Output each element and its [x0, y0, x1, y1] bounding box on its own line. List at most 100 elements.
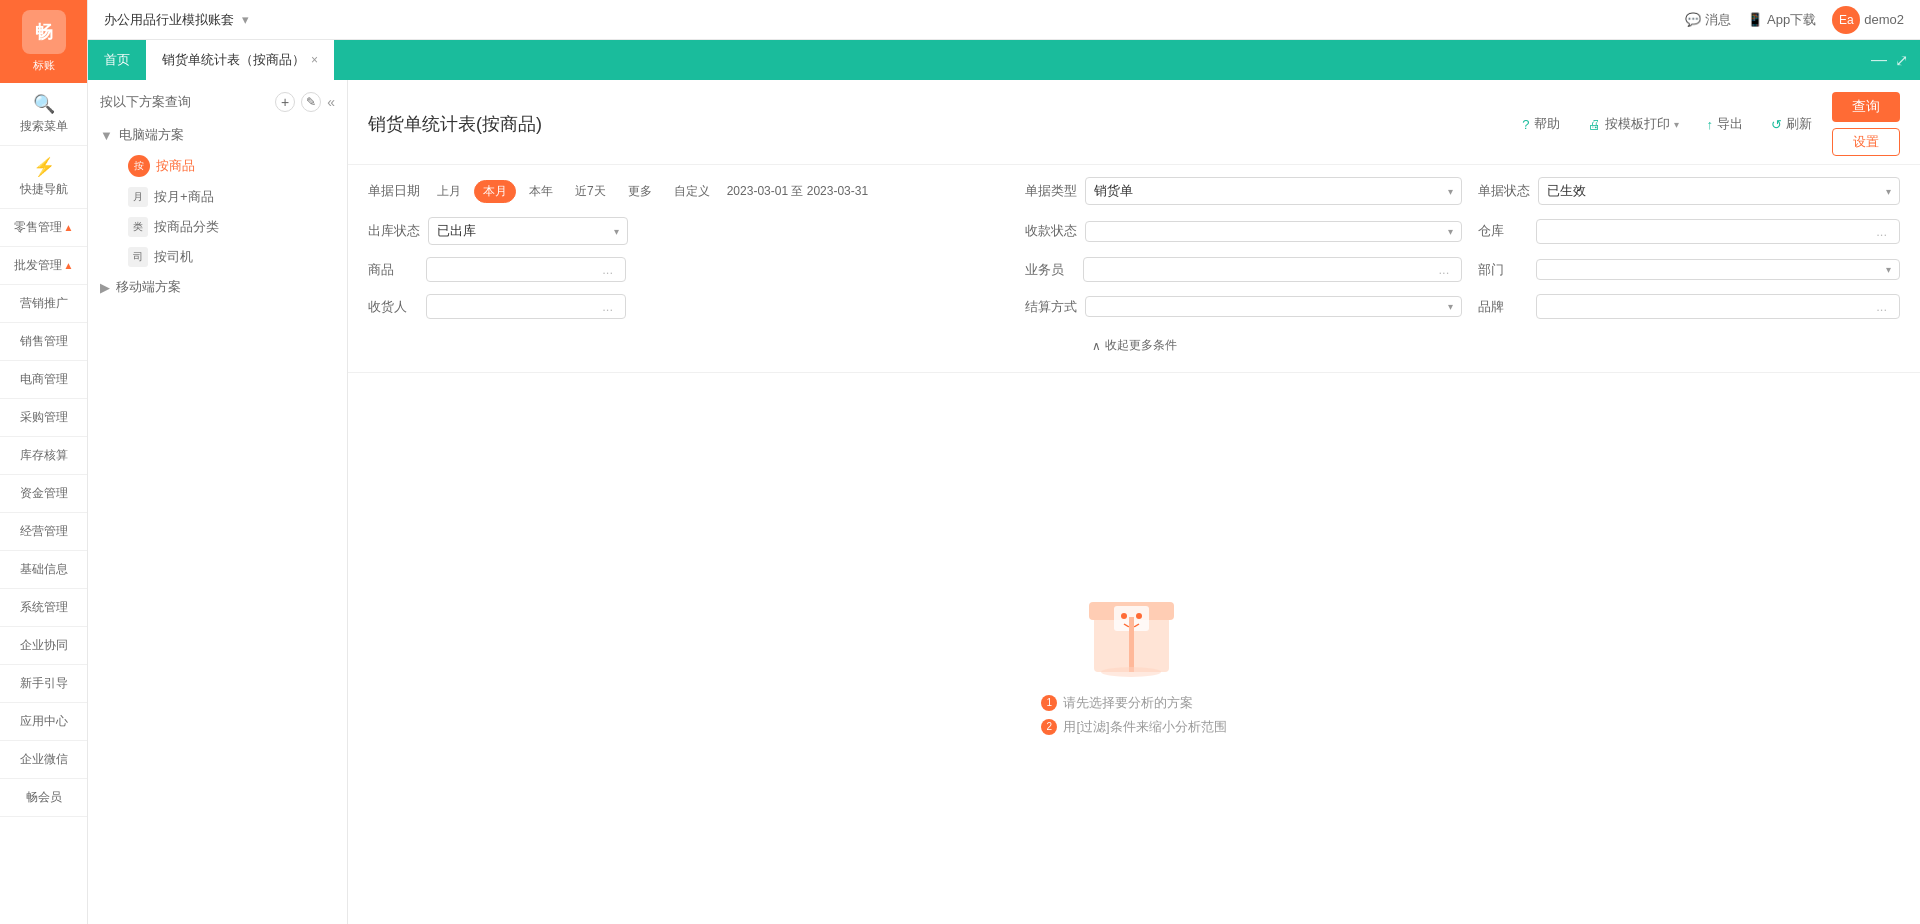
retail-arrow: ▲ [64, 222, 74, 233]
date-btn-last-month[interactable]: 上月 [428, 180, 470, 203]
warehouse-input[interactable]: ... [1536, 219, 1900, 244]
collapse-more-btn[interactable]: ∧ 收起更多条件 [368, 331, 1900, 360]
date-btn-custom[interactable]: 自定义 [665, 180, 719, 203]
app-download-btn[interactable]: 📱 App下载 [1747, 11, 1816, 29]
tab-home[interactable]: 首页 [88, 40, 146, 80]
sidebar-item-search[interactable]: 🔍 搜索菜单 [0, 83, 87, 146]
receipt-status-select[interactable]: ▾ [1085, 221, 1463, 242]
sidebar-item-shortcut[interactable]: ⚡ 快捷导航 [0, 146, 87, 209]
receipt-status-label: 收款状态 [1025, 222, 1077, 240]
empty-tip-1: 1 请先选择要分析的方案 [1041, 694, 1226, 712]
filter-out-status: 出库状态 已出库 ▾ [368, 217, 1025, 245]
collapse-panel-btn[interactable]: « [327, 94, 335, 110]
message-btn[interactable]: 💬 消息 [1685, 11, 1731, 29]
tree-expand-icon: ▼ [100, 128, 113, 143]
query-btn[interactable]: 查询 [1832, 92, 1900, 122]
sidebar-item-retail[interactable]: 零售管理 ▲ [0, 209, 87, 247]
refresh-btn[interactable]: ↺ 刷新 [1763, 111, 1820, 137]
filter-area: 单据日期 上月 本月 本年 近7天 更多 自定义 2023-03-01 至 20… [348, 165, 1920, 373]
add-scheme-btn[interactable]: + [275, 92, 295, 112]
filter-date: 单据日期 上月 本月 本年 近7天 更多 自定义 2023-03-01 至 20… [368, 180, 1025, 203]
receiver-dots[interactable]: ... [598, 299, 617, 314]
doc-type-select[interactable]: 销货单 ▾ [1085, 177, 1463, 205]
salesperson-dots[interactable]: ... [1434, 262, 1453, 277]
tab-maximize-icon[interactable]: ⤢ [1895, 51, 1908, 70]
tree-item-by-month-goods[interactable]: 月 按月+商品 [100, 182, 347, 212]
export-btn[interactable]: ↑ 导出 [1699, 111, 1752, 137]
empty-tips: 1 请先选择要分析的方案 2 用[过滤]条件来缩小分析范围 [1041, 694, 1226, 736]
tree-item-by-driver[interactable]: 司 按司机 [100, 242, 347, 272]
date-btn-this-month[interactable]: 本月 [474, 180, 516, 203]
help-btn[interactable]: ? 帮助 [1514, 111, 1567, 137]
header-dropdown-arrow[interactable]: ▾ [242, 12, 249, 27]
tab-minimize-icon[interactable]: — [1871, 51, 1887, 69]
filter-row-1: 单据日期 上月 本月 本年 近7天 更多 自定义 2023-03-01 至 20… [368, 177, 1900, 205]
doc-type-chevron: ▾ [1448, 186, 1453, 197]
tree-section-desktop[interactable]: ▼ 电脑端方案 [88, 120, 347, 150]
goods-dots[interactable]: ... [598, 262, 617, 277]
sidebar-item-enterprise[interactable]: 企业协同 [0, 627, 87, 665]
tree-item-by-category[interactable]: 类 按商品分类 [100, 212, 347, 242]
sidebar-item-inventory[interactable]: 库存核算 [0, 437, 87, 475]
tab-close-btn[interactable]: × [311, 53, 318, 67]
edit-scheme-btn[interactable]: ✎ [301, 92, 321, 112]
dept-select[interactable]: ▾ [1536, 259, 1900, 280]
icon-month-goods: 月 [128, 187, 148, 207]
mobile-icon: 📱 [1747, 12, 1763, 27]
left-panel-actions: + ✎ « [275, 92, 335, 112]
sidebar-item-operations[interactable]: 经营管理 [0, 513, 87, 551]
date-btn-more[interactable]: 更多 [619, 180, 661, 203]
print-dropdown-arrow[interactable]: ▾ [1674, 119, 1679, 130]
sidebar-item-finance[interactable]: 资金管理 [0, 475, 87, 513]
filter-brand: 品牌 ... [1462, 294, 1900, 319]
sidebar-item-purchase[interactable]: 采购管理 [0, 399, 87, 437]
empty-svg [1074, 562, 1194, 682]
export-icon: ↑ [1707, 117, 1714, 132]
sidebar-item-wechat[interactable]: 企业微信 [0, 741, 87, 779]
warehouse-dots[interactable]: ... [1872, 224, 1891, 239]
salesperson-input[interactable]: ... [1083, 257, 1463, 282]
filter-doc-status: 单据状态 已生效 ▾ [1462, 177, 1900, 205]
filter-row-3: 商品 ... 业务员 ... 部门 [368, 257, 1900, 282]
tip-num-2: 2 [1041, 719, 1057, 735]
print-btn[interactable]: 🖨 按模板打印 ▾ [1580, 111, 1687, 137]
filter-receipt-status: 收款状态 ▾ [1025, 221, 1463, 242]
brand-input[interactable]: ... [1536, 294, 1900, 319]
sidebar-item-wholesale[interactable]: 批发管理 ▲ [0, 247, 87, 285]
settings-btn[interactable]: 设置 [1832, 128, 1900, 156]
receiver-input[interactable]: ... [426, 294, 626, 319]
logo-text: 标账 [33, 58, 55, 73]
sidebar-item-system[interactable]: 系统管理 [0, 589, 87, 627]
sidebar-item-basics[interactable]: 基础信息 [0, 551, 87, 589]
main-wrap: 办公用品行业模拟账套 ▾ 💬 消息 📱 App下载 Ea demo2 首页 [88, 0, 1920, 924]
sidebar-item-appstore[interactable]: 应用中心 [0, 703, 87, 741]
sidebar-item-member[interactable]: 畅会员 [0, 779, 87, 817]
top-header: 办公用品行业模拟账套 ▾ 💬 消息 📱 App下载 Ea demo2 [88, 0, 1920, 40]
out-status-select[interactable]: 已出库 ▾ [428, 217, 628, 245]
payment-select[interactable]: ▾ [1085, 296, 1463, 317]
date-btn-7days[interactable]: 近7天 [566, 180, 615, 203]
sidebar-item-sales[interactable]: 销售管理 [0, 323, 87, 361]
sidebar-item-ecommerce[interactable]: 电商管理 [0, 361, 87, 399]
out-status-chevron: ▾ [614, 226, 619, 237]
badge-by-goods: 按 [128, 155, 150, 177]
brand-dots[interactable]: ... [1872, 299, 1891, 314]
date-btn-this-year[interactable]: 本年 [520, 180, 562, 203]
doc-type-label: 单据类型 [1025, 182, 1077, 200]
tab-active[interactable]: 销货单统计表（按商品） × [146, 40, 334, 80]
date-range-text: 2023-03-01 至 2023-03-31 [727, 183, 868, 200]
sidebar-item-newbie[interactable]: 新手引导 [0, 665, 87, 703]
tree-item-by-goods[interactable]: 按 按商品 [100, 150, 347, 182]
left-panel-title: 按以下方案查询 [100, 93, 191, 111]
empty-illustration [1074, 562, 1194, 682]
tree-mobile-expand-icon: ▶ [100, 280, 110, 295]
tree-section-mobile[interactable]: ▶ 移动端方案 [88, 272, 347, 302]
tab-bar-actions: — ⤢ [1871, 51, 1920, 70]
goods-input[interactable]: ... [426, 257, 626, 282]
doc-status-select[interactable]: 已生效 ▾ [1538, 177, 1900, 205]
receipt-status-chevron: ▾ [1448, 226, 1453, 237]
sidebar-item-marketing[interactable]: 营销推广 [0, 285, 87, 323]
brand-label: 品牌 [1478, 298, 1528, 316]
salesperson-label: 业务员 [1025, 261, 1075, 279]
user-avatar[interactable]: Ea demo2 [1832, 6, 1904, 34]
